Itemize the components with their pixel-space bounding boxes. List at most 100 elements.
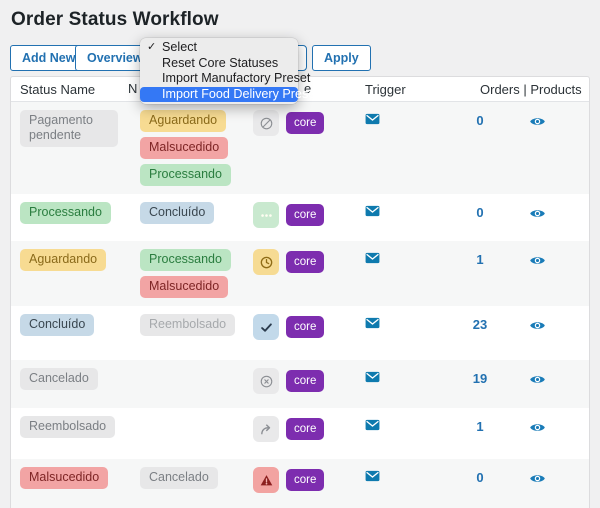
status-name-badge[interactable]: Reembolsado — [20, 416, 116, 438]
core-badge: core — [286, 204, 325, 226]
slash-circle-icon — [253, 110, 279, 136]
email-envelope-icon[interactable] — [365, 251, 380, 269]
orders-count-link[interactable]: 0 — [476, 113, 483, 128]
next-status-badge: Processando — [140, 249, 231, 271]
next-status-badge: Malsucedido — [140, 137, 229, 159]
orders-cell: 0 — [445, 202, 515, 222]
email-envelope-icon[interactable] — [365, 112, 380, 130]
orders-count-link[interactable]: 1 — [476, 419, 483, 434]
next-statuses-cell: Concluído — [131, 202, 243, 224]
status-name-cell: Aguardando — [11, 249, 131, 271]
trigger-cell — [355, 249, 445, 269]
status-row: Malsucedido Cancelado core 0 — [11, 459, 589, 508]
products-cell — [515, 314, 589, 336]
menu-item-reset-core-statuses[interactable]: Reset Core Statuses — [140, 56, 298, 72]
status-name-badge[interactable]: Processando — [20, 202, 111, 224]
orders-count-link[interactable]: 23 — [473, 317, 487, 332]
menu-item-label: Import Food Delivery Preset — [162, 86, 319, 101]
email-envelope-icon[interactable] — [365, 469, 380, 487]
orders-count-link[interactable]: 1 — [476, 252, 483, 267]
eye-icon[interactable] — [529, 318, 546, 336]
menu-item-import-food-delivery-preset[interactable]: Import Food Delivery Preset — [140, 86, 319, 102]
type-cell: core — [243, 110, 355, 136]
menu-item-label: Import Manufactory Preset — [162, 71, 311, 85]
core-badge: core — [286, 469, 325, 491]
menu-item-select[interactable]: ✓ Select — [140, 40, 298, 56]
type-cell: core — [243, 416, 355, 442]
core-badge: core — [286, 251, 325, 273]
preset-dropdown-menu: ✓ Select Reset Core Statuses Import Manufac… — [140, 38, 319, 104]
menu-item-label: Select — [162, 40, 198, 54]
trigger-cell — [355, 467, 445, 487]
status-row: Reembolsado core 1 — [11, 408, 589, 459]
eye-icon[interactable] — [529, 372, 546, 390]
trigger-cell — [355, 110, 445, 130]
trigger-cell — [355, 416, 445, 436]
eye-icon[interactable] — [529, 206, 546, 224]
status-name-cell: Processando — [11, 202, 131, 224]
trigger-cell — [355, 202, 445, 222]
type-cell: core — [243, 202, 355, 228]
status-name-cell: Malsucedido — [11, 467, 131, 489]
column-header-orders-products: Orders | Products — [480, 81, 582, 97]
warning-triangle-icon — [253, 467, 279, 493]
core-badge: core — [286, 418, 325, 440]
check-icon — [253, 314, 279, 340]
next-status-badge: Concluído — [140, 202, 215, 224]
type-cell: core — [243, 467, 355, 493]
products-cell — [515, 467, 589, 489]
core-badge: core — [286, 316, 325, 338]
statuses-table: Status Name Trigger Orders | Products N … — [10, 76, 590, 508]
column-header-status-name: Status Name — [20, 81, 96, 97]
next-statuses-cell: Aguardando Malsucedido Processando — [131, 110, 243, 186]
orders-cell: 0 — [445, 467, 515, 487]
status-name-cell: Concluído — [11, 314, 131, 336]
email-envelope-icon[interactable] — [365, 418, 380, 436]
status-name-cell: Reembolsado — [11, 416, 131, 438]
status-name-badge[interactable]: Cancelado — [20, 368, 98, 390]
menu-item-import-manufactory-preset[interactable]: Import Manufactory Preset — [140, 71, 310, 87]
next-status-badge: Aguardando — [140, 110, 227, 132]
apply-button[interactable]: Apply — [312, 45, 371, 71]
eye-icon[interactable] — [529, 471, 546, 489]
products-cell — [515, 110, 589, 132]
eye-icon[interactable] — [529, 420, 546, 438]
status-row: Concluído Reembolsado core 23 — [11, 306, 589, 360]
orders-count-link[interactable]: 0 — [476, 205, 483, 220]
type-cell: core — [243, 249, 355, 275]
email-envelope-icon[interactable] — [365, 204, 380, 222]
ellipsis-icon — [253, 202, 279, 228]
next-status-badge: Cancelado — [140, 467, 218, 489]
core-badge: core — [286, 370, 325, 392]
email-envelope-icon[interactable] — [365, 370, 380, 388]
checkmark-icon: ✓ — [147, 41, 157, 53]
orders-cell: 19 — [445, 368, 515, 388]
circle-x-icon — [253, 368, 279, 394]
status-name-badge[interactable]: Concluído — [20, 314, 95, 336]
table-body: Pagamento pendente Aguardando Malsucedido P… — [11, 102, 589, 508]
status-name-badge[interactable]: Malsucedido — [20, 467, 109, 489]
redo-arrow-icon — [253, 416, 279, 442]
trigger-cell — [355, 314, 445, 334]
menu-item-label: Reset Core Statuses — [162, 55, 279, 70]
next-status-badge: Malsucedido — [140, 276, 229, 298]
products-cell — [515, 416, 589, 438]
orders-cell: 1 — [445, 249, 515, 269]
email-envelope-icon[interactable] — [365, 316, 380, 334]
status-name-cell: Cancelado — [11, 368, 131, 390]
status-row: Cancelado core 19 — [11, 360, 589, 408]
orders-count-link[interactable]: 0 — [476, 470, 483, 485]
orders-cell: 1 — [445, 416, 515, 436]
eye-icon[interactable] — [529, 114, 546, 132]
orders-cell: 0 — [445, 110, 515, 130]
status-name-badge[interactable]: Aguardando — [20, 249, 107, 271]
column-header-trigger: Trigger — [365, 81, 406, 97]
status-name-badge[interactable]: Pagamento pendente — [20, 110, 118, 147]
products-cell — [515, 202, 589, 224]
orders-count-link[interactable]: 19 — [473, 371, 487, 386]
eye-icon[interactable] — [529, 253, 546, 271]
type-cell: core — [243, 314, 355, 340]
next-statuses-cell: Processando Malsucedido — [131, 249, 243, 298]
order-status-workflow-page: Order Status Workflow Add New Overview A… — [0, 0, 600, 508]
products-cell — [515, 368, 589, 390]
